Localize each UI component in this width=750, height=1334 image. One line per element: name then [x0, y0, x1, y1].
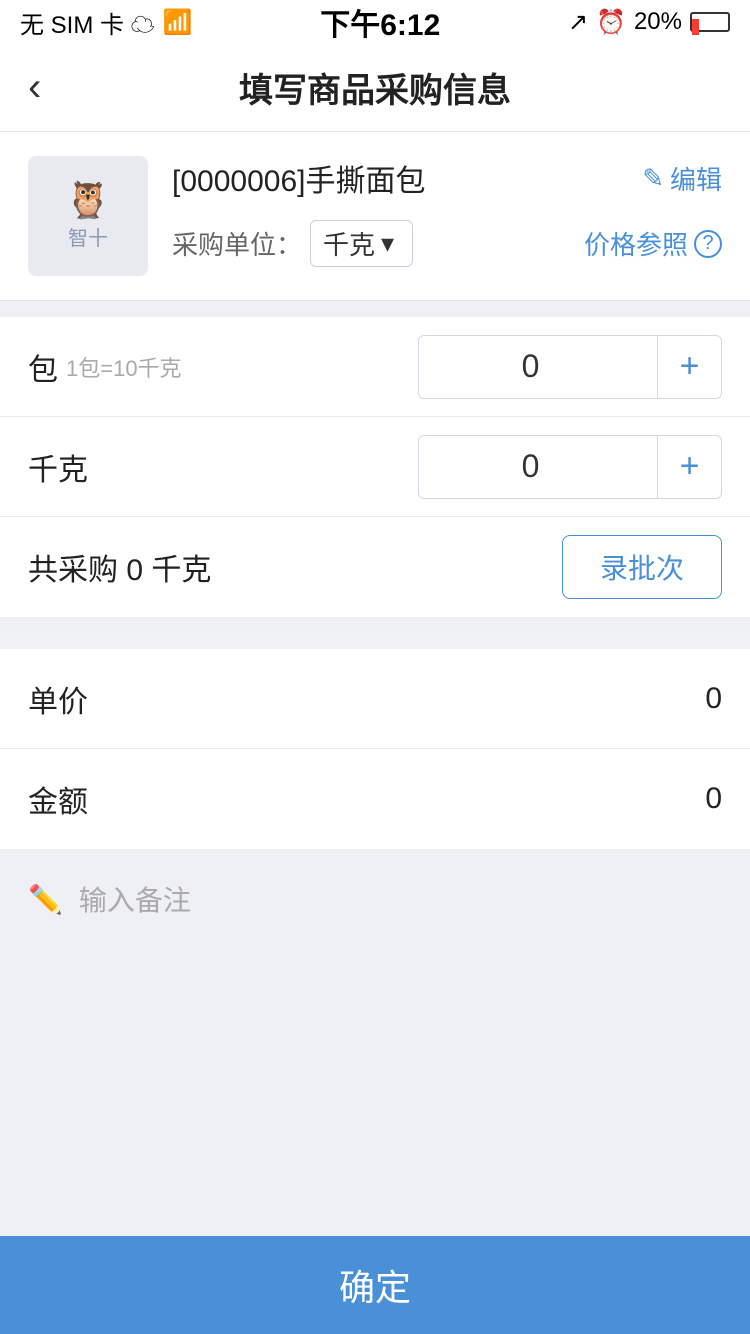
unit-price-row: 单价 0 [0, 649, 750, 749]
help-icon: ? [694, 230, 722, 258]
bao-label: 包 [28, 345, 58, 389]
unit-value: 千克 [323, 225, 375, 262]
kg-plus-button[interactable]: + [658, 435, 722, 499]
page-title: 填写商品采购信息 [239, 63, 511, 112]
kg-input[interactable] [418, 435, 658, 499]
battery-icon [690, 12, 730, 32]
bao-input-section: 包 1包=10千克 + 千克 + 共采购 0 千克 录批次 [0, 317, 750, 617]
edit-button[interactable]: ✎ 编辑 [642, 160, 722, 197]
battery-percent: 20% [634, 8, 682, 36]
unit-price-label: 单价 [28, 677, 88, 721]
wifi-icon: 📶 [163, 8, 193, 37]
content-filler [0, 949, 750, 1236]
product-info: [0000006]手撕面包 ✎ 编辑 采购单位： 千克 ▾ 价格参照 ? [172, 156, 722, 267]
kg-label: 千克 [28, 445, 88, 489]
edit-label: 编辑 [670, 160, 722, 197]
bao-plus-button[interactable]: + [658, 335, 722, 399]
amount-value: 0 [705, 782, 722, 816]
chevron-down-icon: ▾ [381, 228, 394, 259]
section-divider-2 [0, 617, 750, 633]
logo-text: 智十 [68, 222, 108, 251]
bao-input[interactable] [418, 335, 658, 399]
section-divider-1 [0, 301, 750, 317]
summary-row: 共采购 0 千克 录批次 [0, 517, 750, 617]
status-left: 无 SIM 卡 ☁ 📶 [20, 5, 193, 40]
nav-bar: ‹ 填写商品采购信息 [0, 44, 750, 132]
sim-text: 无 SIM 卡 ☁ [20, 5, 155, 40]
product-name: [0000006]手撕面包 [172, 156, 425, 200]
status-time: 下午6:12 [320, 0, 440, 44]
unit-label: 采购单位： [172, 225, 302, 262]
bao-sublabel: 1包=10千克 [66, 351, 182, 383]
location-icon: ↗ [568, 8, 588, 37]
price-amount-section: 单价 0 金额 0 [0, 649, 750, 849]
unit-price-value: 0 [705, 682, 722, 716]
edit-icon: ✎ [642, 163, 664, 194]
amount-label: 金额 [28, 777, 88, 821]
price-ref-label: 价格参照 [584, 225, 688, 262]
note-placeholder: 输入备注 [79, 879, 191, 919]
kg-row: 千克 + [0, 417, 750, 517]
amount-row: 金额 0 [0, 749, 750, 849]
status-bar: 无 SIM 卡 ☁ 📶 下午6:12 ↗ ⏰ 20% [0, 0, 750, 44]
alarm-icon: ⏰ [596, 8, 626, 37]
confirm-button[interactable]: 确定 [0, 1236, 750, 1334]
status-right: ↗ ⏰ 20% [568, 8, 730, 37]
summary-text: 共采购 0 千克 [28, 545, 211, 589]
batch-button[interactable]: 录批次 [562, 535, 722, 599]
logo-owl-icon: 🦉 [66, 182, 111, 218]
price-ref-button[interactable]: 价格参照 ? [584, 225, 722, 262]
bao-row: 包 1包=10千克 + [0, 317, 750, 417]
pencil-icon: ✏️ [28, 883, 63, 916]
note-section[interactable]: ✏️ 输入备注 [0, 849, 750, 949]
product-image: 🦉 智十 [28, 156, 148, 276]
product-card: 🦉 智十 [0000006]手撕面包 ✎ 编辑 采购单位： 千克 ▾ [0, 132, 750, 301]
unit-select[interactable]: 千克 ▾ [310, 220, 413, 267]
back-button[interactable]: ‹ [28, 65, 41, 110]
